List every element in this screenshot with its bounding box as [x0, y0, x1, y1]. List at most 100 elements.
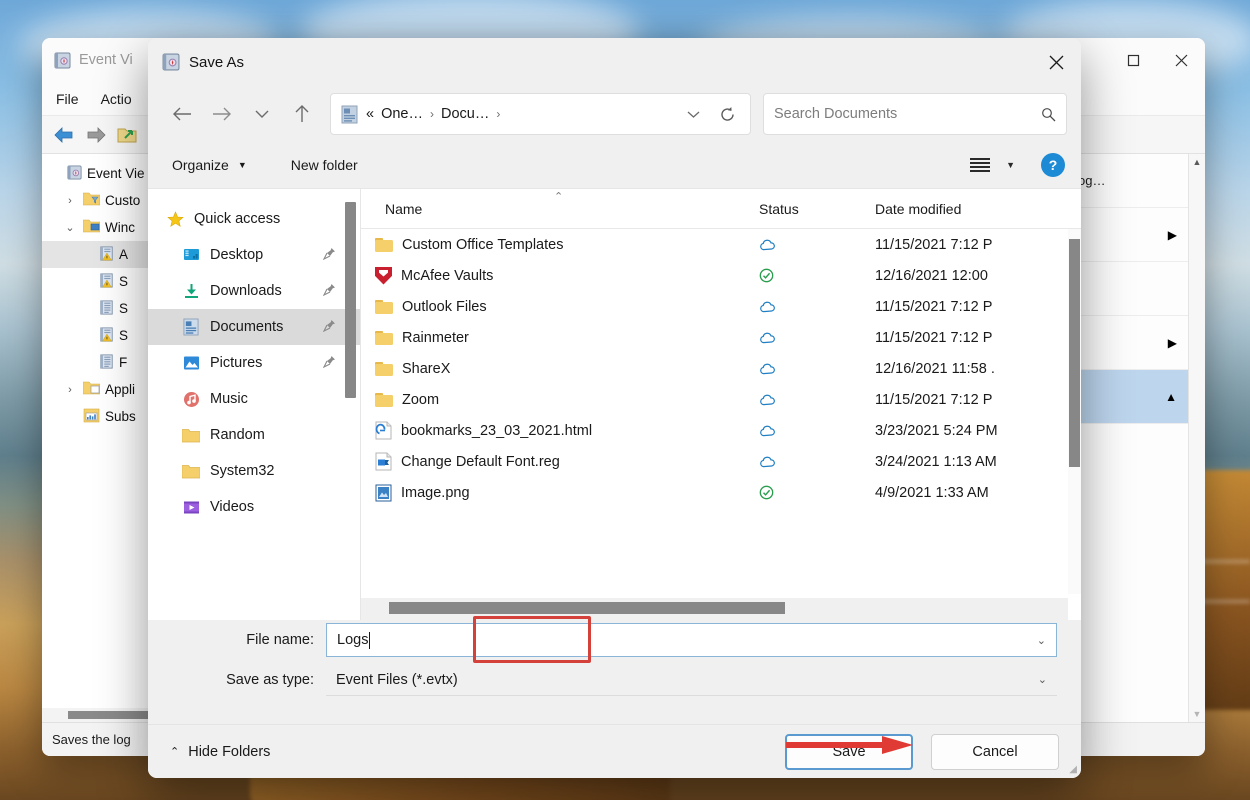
tree-twisty-icon[interactable]: ⌄: [62, 221, 78, 234]
pin-icon[interactable]: [323, 319, 336, 335]
save-as-dialog[interactable]: Save As « One…: [148, 38, 1081, 778]
sidebar-item-music[interactable]: Music: [148, 381, 360, 417]
view-dropdown-icon[interactable]: ▼: [1006, 160, 1015, 170]
event-viewer-vertical-scrollbar[interactable]: ▲ ▼: [1188, 154, 1205, 722]
scroll-up-arrow-icon[interactable]: ▲: [1193, 157, 1202, 167]
close-button[interactable]: [1157, 38, 1205, 82]
search-input[interactable]: Search Documents: [774, 106, 1041, 122]
scrollbar-thumb[interactable]: [1069, 239, 1080, 467]
sidebar-item-quick-access[interactable]: Quick access: [148, 201, 360, 237]
file-list-row[interactable]: bookmarks_23_03_2021.html3/23/2021 5:24 …: [361, 415, 1081, 446]
column-headers[interactable]: ⌃ Name Status Date modified: [361, 189, 1081, 229]
hide-folders-button[interactable]: ⌃ Hide Folders: [170, 744, 270, 760]
file-name-cell[interactable]: Rainmeter: [361, 330, 751, 346]
address-bar[interactable]: « One… › Docu… ›: [330, 93, 751, 135]
pin-icon[interactable]: [323, 355, 336, 371]
file-list-row[interactable]: Change Default Font.reg3/24/2021 1:13 AM: [361, 446, 1081, 477]
menu-file[interactable]: File: [56, 91, 79, 107]
file-list-row[interactable]: Rainmeter11/15/2021 7:12 P: [361, 322, 1081, 353]
pin-icon[interactable]: [323, 283, 336, 299]
open-saved-log-icon[interactable]: [116, 125, 138, 145]
file-list-row[interactable]: McAfee Vaults12/16/2021 12:00: [361, 260, 1081, 291]
refresh-button[interactable]: [710, 106, 744, 123]
tree-twisty-icon[interactable]: ›: [62, 195, 78, 207]
tree-item-label: Winc: [105, 220, 135, 235]
available-offline-icon: [759, 485, 774, 500]
back-arrow-icon[interactable]: [52, 125, 76, 145]
file-list[interactable]: Custom Office Templates11/15/2021 7:12 P…: [361, 229, 1081, 620]
sidebar-item-desktop[interactable]: Desktop: [148, 237, 360, 273]
forward-arrow-icon[interactable]: [84, 125, 108, 145]
sidebar-item-pictures[interactable]: Pictures: [148, 345, 360, 381]
dialog-titlebar[interactable]: Save As: [148, 38, 1081, 86]
breadcrumb-onedrive[interactable]: One…: [381, 106, 423, 122]
help-button[interactable]: ?: [1041, 153, 1065, 177]
file-name-cell[interactable]: McAfee Vaults: [361, 267, 751, 285]
sidebar-item-label: Videos: [210, 499, 254, 515]
action-item[interactable]: ▶: [1074, 316, 1205, 370]
breadcrumb-overflow[interactable]: «: [366, 106, 374, 122]
sidebar-scrollbar[interactable]: [345, 189, 356, 620]
sidebar-item-system32[interactable]: System32: [148, 453, 360, 489]
sidebar-item-label: Downloads: [210, 283, 282, 299]
menu-action[interactable]: Actio: [101, 91, 132, 107]
back-button[interactable]: [162, 95, 202, 133]
action-item[interactable]: [1074, 262, 1205, 316]
column-header-status[interactable]: Status: [751, 201, 863, 217]
maximize-button[interactable]: [1109, 38, 1157, 82]
file-name-cell[interactable]: Change Default Font.reg: [361, 452, 751, 471]
breadcrumb[interactable]: « One… › Docu… ›: [366, 106, 676, 122]
action-item[interactable]: og…: [1074, 154, 1205, 208]
scrollbar-thumb[interactable]: [389, 602, 785, 614]
file-name-cell[interactable]: Outlook Files: [361, 299, 751, 315]
resize-grip-icon[interactable]: ◢: [1069, 764, 1077, 775]
sidebar-item-documents[interactable]: Documents: [148, 309, 360, 345]
chevron-down-icon[interactable]: ⌄: [1038, 673, 1047, 686]
search-icon: [1041, 107, 1056, 122]
file-name-cell[interactable]: bookmarks_23_03_2021.html: [361, 421, 751, 440]
search-box[interactable]: Search Documents: [763, 93, 1067, 135]
breadcrumb-documents[interactable]: Docu…: [441, 106, 489, 122]
submenu-arrow-icon: ▶: [1168, 228, 1177, 242]
file-name-cell[interactable]: Custom Office Templates: [361, 237, 751, 253]
file-name-input[interactable]: Logs ⌄: [326, 623, 1057, 657]
file-list-vertical-scrollbar[interactable]: [1068, 229, 1081, 594]
chevron-down-icon[interactable]: ⌄: [1037, 634, 1046, 647]
event-viewer-actions-pane[interactable]: og…▶▶▲: [1073, 154, 1205, 722]
pin-icon[interactable]: [323, 247, 336, 263]
dialog-close-button[interactable]: [1031, 38, 1081, 86]
cancel-button[interactable]: Cancel: [931, 734, 1059, 770]
sidebar-item-random[interactable]: Random: [148, 417, 360, 453]
file-name-cell[interactable]: Image.png: [361, 484, 751, 502]
chevron-up-icon: ⌃: [170, 745, 179, 758]
file-name-cell[interactable]: ShareX: [361, 361, 751, 377]
file-list-row[interactable]: Image.png4/9/2021 1:33 AM: [361, 477, 1081, 508]
address-dropdown-button[interactable]: [676, 110, 710, 119]
file-name-cell[interactable]: Zoom: [361, 392, 751, 408]
recent-locations-button[interactable]: [242, 95, 282, 133]
tree-twisty-icon[interactable]: ›: [62, 384, 78, 396]
navigation-sidebar[interactable]: Quick accessDesktop Downloads DocumentsPic…: [148, 189, 360, 620]
view-layout-icon[interactable]: [970, 158, 990, 172]
column-header-date-modified[interactable]: Date modified: [863, 201, 1081, 217]
new-folder-button[interactable]: New folder: [283, 152, 366, 178]
action-item[interactable]: ▶: [1074, 208, 1205, 262]
scroll-down-arrow-icon[interactable]: ▼: [1193, 709, 1202, 719]
file-list-row[interactable]: Zoom11/15/2021 7:12 P: [361, 384, 1081, 415]
forward-button[interactable]: [202, 95, 242, 133]
scrollbar-thumb[interactable]: [345, 202, 356, 398]
save-button[interactable]: Save: [785, 734, 913, 770]
file-list-row[interactable]: ShareX12/16/2021 11:58 .: [361, 353, 1081, 384]
file-list-row[interactable]: Outlook Files11/15/2021 7:12 P: [361, 291, 1081, 322]
folder-icon: [375, 300, 393, 314]
action-item[interactable]: ▲: [1074, 370, 1205, 424]
up-button[interactable]: [282, 95, 322, 133]
file-name-text: bookmarks_23_03_2021.html: [401, 423, 592, 439]
save-as-type-select[interactable]: Event Files (*.evtx) ⌄: [326, 664, 1057, 696]
sidebar-item-videos[interactable]: Videos: [148, 489, 360, 525]
column-header-name[interactable]: Name: [361, 201, 751, 217]
sidebar-item-downloads[interactable]: Downloads: [148, 273, 360, 309]
file-list-row[interactable]: Custom Office Templates11/15/2021 7:12 P: [361, 229, 1081, 260]
file-list-horizontal-scrollbar[interactable]: [361, 598, 1068, 620]
organize-button[interactable]: Organize ▼: [164, 152, 255, 178]
